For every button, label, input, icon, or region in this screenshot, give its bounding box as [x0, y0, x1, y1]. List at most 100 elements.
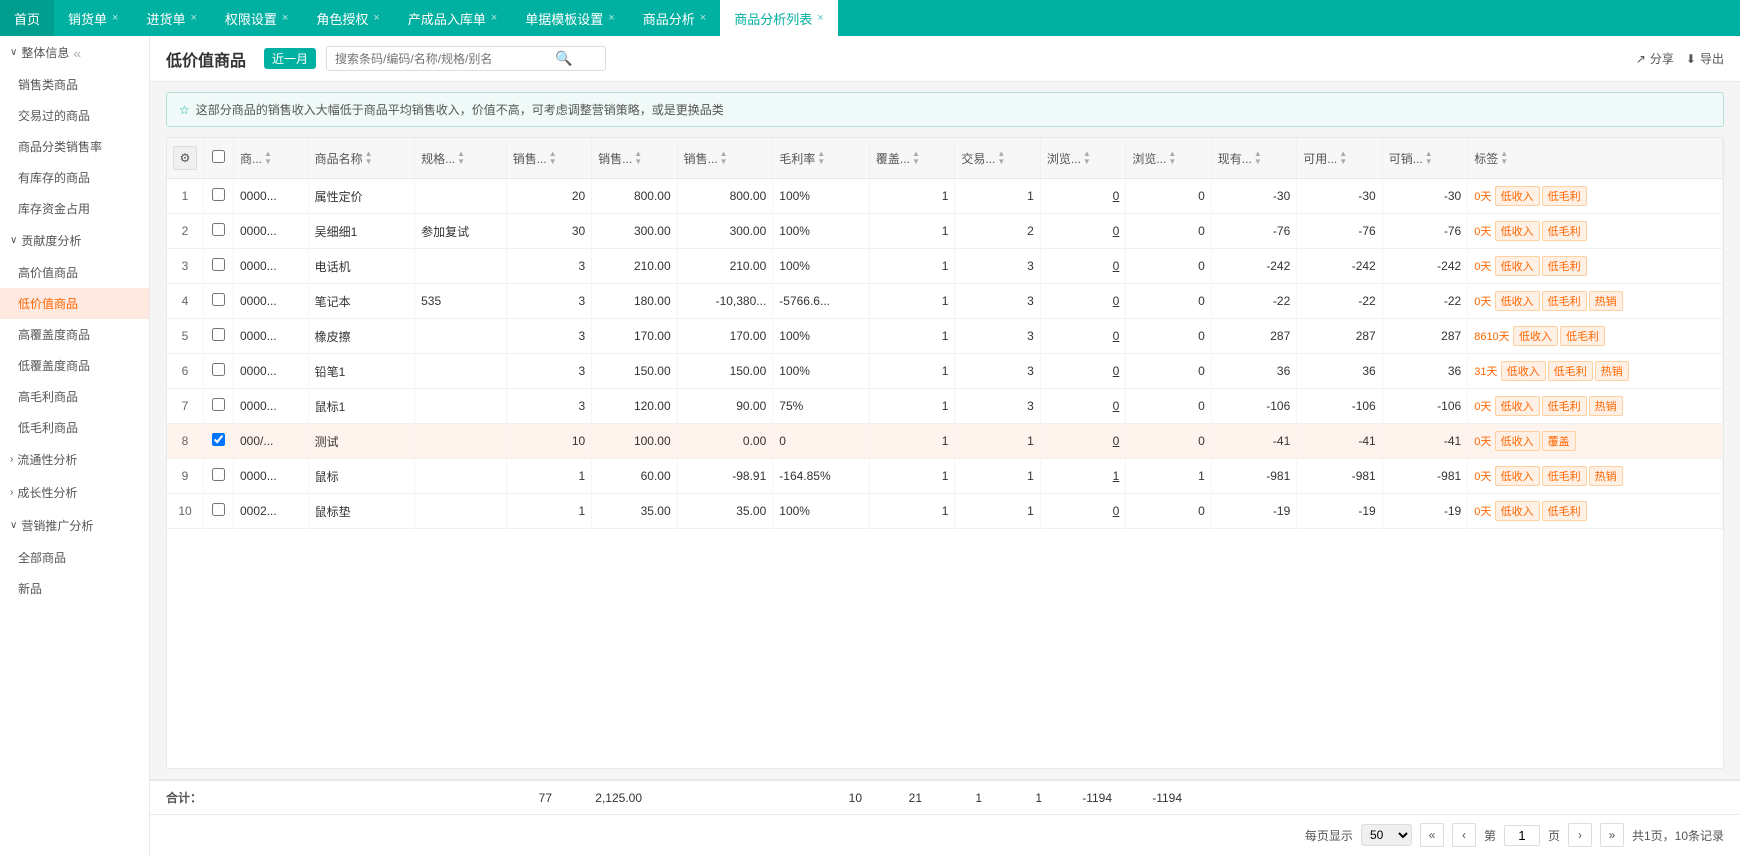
- th-sales2[interactable]: 销售...▲▼: [677, 138, 773, 179]
- row-checkbox[interactable]: [212, 188, 225, 201]
- th-code[interactable]: 商...▲▼: [234, 138, 309, 179]
- sidebar-section-overall[interactable]: ∨ 整体信息 «: [0, 36, 149, 69]
- row-view1[interactable]: 0: [1040, 494, 1125, 529]
- row-view1[interactable]: 0: [1040, 319, 1125, 354]
- close-icon[interactable]: ×: [608, 12, 614, 24]
- row-stock: -76: [1211, 214, 1296, 249]
- select-all-checkbox[interactable]: [212, 150, 225, 163]
- row-tags: 0天 低收入低毛利: [1468, 179, 1723, 214]
- row-checkbox-cell[interactable]: [204, 319, 234, 354]
- row-checkbox-cell[interactable]: [204, 284, 234, 319]
- row-checkbox-cell[interactable]: [204, 494, 234, 529]
- page-size-select[interactable]: 50 20 100: [1361, 824, 1412, 846]
- row-checkbox[interactable]: [212, 223, 225, 236]
- row-checkbox[interactable]: [212, 468, 225, 481]
- sidebar-section-growth[interactable]: › 成长性分析: [0, 476, 149, 509]
- nav-product-analysis-list[interactable]: 商品分析列表×: [720, 0, 837, 36]
- th-trade[interactable]: 交易...▲▼: [955, 138, 1040, 179]
- sidebar-section-circulation[interactable]: › 流通性分析: [0, 443, 149, 476]
- row-checkbox[interactable]: [212, 398, 225, 411]
- row-view1[interactable]: 0: [1040, 214, 1125, 249]
- sidebar-item-high-value[interactable]: 高价值商品: [0, 257, 149, 288]
- nav-sales[interactable]: 销货单×: [54, 0, 132, 36]
- sidebar-item-sales-products[interactable]: 销售类商品: [0, 69, 149, 100]
- nav-purchase[interactable]: 进货单×: [132, 0, 210, 36]
- row-checkbox-cell[interactable]: [204, 214, 234, 249]
- page-number-input[interactable]: [1504, 825, 1540, 846]
- row-view1[interactable]: 0: [1040, 249, 1125, 284]
- nav-product-analysis[interactable]: 商品分析×: [629, 0, 720, 36]
- sidebar-section-contribution[interactable]: ∨ 贡献度分析: [0, 224, 149, 257]
- close-icon[interactable]: ×: [282, 12, 288, 24]
- close-icon[interactable]: ×: [817, 12, 823, 24]
- row-checkbox[interactable]: [212, 293, 225, 306]
- sidebar-item-stock-capital[interactable]: 库存资金占用: [0, 193, 149, 224]
- row-checkbox-cell[interactable]: [204, 389, 234, 424]
- th-tags[interactable]: 标签▲▼: [1468, 138, 1723, 179]
- row-view1[interactable]: 0: [1040, 179, 1125, 214]
- collapse-button[interactable]: «: [73, 45, 81, 61]
- row-checkbox-cell[interactable]: [204, 179, 234, 214]
- close-icon[interactable]: ×: [112, 12, 118, 24]
- row-checkbox[interactable]: [212, 258, 225, 271]
- th-name[interactable]: 商品名称▲▼: [308, 138, 415, 179]
- th-view2[interactable]: 浏览...▲▼: [1126, 138, 1211, 179]
- row-checkbox-cell[interactable]: [204, 459, 234, 494]
- nav-home[interactable]: 首页: [0, 0, 54, 36]
- row-view1[interactable]: 0: [1040, 424, 1125, 459]
- th-spec[interactable]: 规格...▲▼: [415, 138, 507, 179]
- sidebar-item-high-margin[interactable]: 高毛利商品: [0, 381, 149, 412]
- th-view1[interactable]: 浏览...▲▼: [1040, 138, 1125, 179]
- row-checkbox-cell[interactable]: [204, 249, 234, 284]
- tag-badge: 低毛利: [1548, 361, 1593, 381]
- search-icon[interactable]: 🔍: [555, 50, 572, 67]
- row-checkbox-cell[interactable]: [204, 424, 234, 459]
- th-sales1[interactable]: 销售...▲▼: [592, 138, 677, 179]
- nav-permissions[interactable]: 权限设置×: [211, 0, 302, 36]
- sidebar-item-all-products[interactable]: 全部商品: [0, 542, 149, 573]
- row-checkbox[interactable]: [212, 503, 225, 516]
- row-view1[interactable]: 1: [1040, 459, 1125, 494]
- sidebar-item-low-margin[interactable]: 低毛利商品: [0, 412, 149, 443]
- row-cover: 1: [869, 179, 954, 214]
- nav-products-inbound[interactable]: 产成品入库单×: [394, 0, 511, 36]
- row-view1[interactable]: 0: [1040, 354, 1125, 389]
- close-icon[interactable]: ×: [190, 12, 196, 24]
- prev-page-button[interactable]: ‹: [1452, 823, 1476, 847]
- close-icon[interactable]: ×: [700, 12, 706, 24]
- sidebar-item-stocked-products[interactable]: 有库存的商品: [0, 162, 149, 193]
- search-input[interactable]: [335, 52, 555, 66]
- nav-template[interactable]: 单据模板设置×: [511, 0, 628, 36]
- first-page-button[interactable]: «: [1420, 823, 1444, 847]
- sidebar-item-high-coverage[interactable]: 高覆盖度商品: [0, 319, 149, 350]
- th-avail[interactable]: 可用...▲▼: [1297, 138, 1382, 179]
- row-checkbox[interactable]: [212, 433, 225, 446]
- row-code: 0000...: [234, 214, 309, 249]
- th-qty[interactable]: 销售...▲▼: [506, 138, 591, 179]
- close-icon[interactable]: ×: [373, 12, 379, 24]
- sidebar-item-low-coverage[interactable]: 低覆盖度商品: [0, 350, 149, 381]
- sidebar-item-category-sales-rate[interactable]: 商品分类销售率: [0, 131, 149, 162]
- export-button[interactable]: ⬇ 导出: [1686, 50, 1724, 67]
- row-checkbox-cell[interactable]: [204, 354, 234, 389]
- row-checkbox[interactable]: [212, 328, 225, 341]
- share-button[interactable]: ↗ 分享: [1636, 50, 1674, 67]
- last-page-button[interactable]: »: [1600, 823, 1624, 847]
- th-sellable[interactable]: 可销...▲▼: [1382, 138, 1467, 179]
- row-view1[interactable]: 0: [1040, 284, 1125, 319]
- sidebar-item-traded-products[interactable]: 交易过的商品: [0, 100, 149, 131]
- th-margin[interactable]: 毛利率▲▼: [773, 138, 870, 179]
- close-icon[interactable]: ×: [491, 12, 497, 24]
- row-view1[interactable]: 0: [1040, 389, 1125, 424]
- data-table-container[interactable]: ⚙ 商...▲▼ 商品名称▲▼ 规格...▲▼ 销售...▲▼ 销售...▲▼ …: [166, 137, 1724, 769]
- settings-icon[interactable]: ⚙: [173, 146, 197, 170]
- filter-tag-button[interactable]: 近一月: [264, 48, 316, 69]
- row-checkbox[interactable]: [212, 363, 225, 376]
- th-cover[interactable]: 覆盖...▲▼: [869, 138, 954, 179]
- sidebar-item-new-products[interactable]: 新品: [0, 573, 149, 604]
- next-page-button[interactable]: ›: [1568, 823, 1592, 847]
- nav-roles[interactable]: 角色授权×: [302, 0, 393, 36]
- sidebar-item-low-value[interactable]: 低价值商品: [0, 288, 149, 319]
- sidebar-section-marketing[interactable]: ∨ 营销推广分析: [0, 509, 149, 542]
- th-stock[interactable]: 现有...▲▼: [1211, 138, 1296, 179]
